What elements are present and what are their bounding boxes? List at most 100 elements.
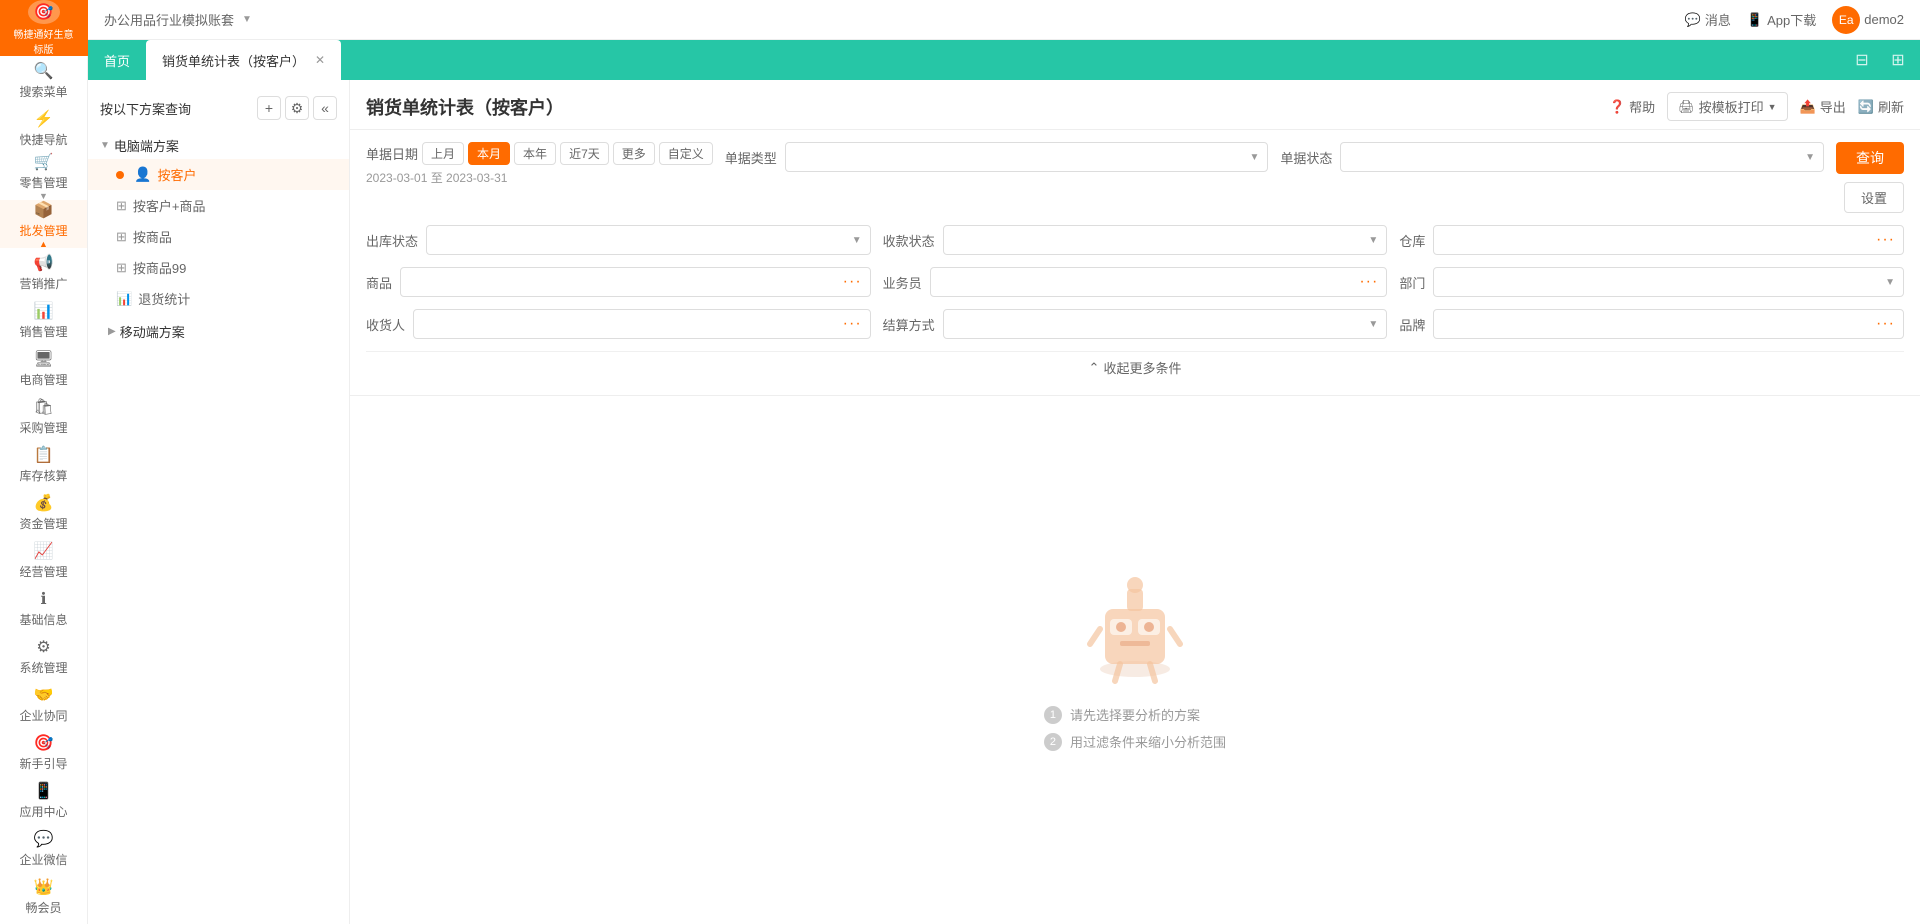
- mobile-group-header[interactable]: ▶ 移动端方案: [88, 318, 349, 345]
- filter-row-1: 单据日期 上月 本月 本年 近7天 更多 自定义 2023-03-01 至 20…: [366, 142, 1904, 213]
- print-icon: 🖨: [1678, 99, 1695, 115]
- sidebar-item-sales[interactable]: 📊 销售管理: [0, 296, 87, 344]
- tab-maximize-btn[interactable]: ⊞: [1884, 46, 1912, 74]
- collapse-panel-btn[interactable]: «: [313, 96, 337, 120]
- add-scheme-btn[interactable]: +: [257, 96, 281, 120]
- main-area: 办公用品行业模拟账套 ▼ 💬 消息 📱 App下载 Ea demo2 首页 销货…: [88, 0, 1920, 924]
- sidebar-item-wholesale[interactable]: 📦 批发管理 ▲: [0, 200, 87, 248]
- scheme-item-goods[interactable]: ⊞ 按商品: [88, 221, 349, 252]
- app-logo: 🎯 畅捷通好生意 标版: [0, 0, 88, 56]
- filter-date-section: 单据日期 上月 本月 本年 近7天 更多 自定义 2023-03-01 至 20…: [366, 142, 713, 186]
- management-icon: 📈: [34, 541, 54, 561]
- sidebar-item-marketing[interactable]: 📢 营销推广: [0, 248, 87, 296]
- dropdown-arrow-icon: ▼: [242, 14, 252, 25]
- date-btn-this-year[interactable]: 本年: [514, 142, 556, 165]
- tab-sales-report[interactable]: 销货单统计表（按客户） ✕: [146, 40, 341, 80]
- right-panel: 销货单统计表（按客户） ❓ 帮助 🖨 按模板打印 ▼ 📤 导出: [350, 80, 1920, 924]
- receipt-status-arrow: ▼: [1368, 235, 1378, 246]
- date-btn-last-month[interactable]: 上月: [422, 142, 464, 165]
- tab-minimize-btn[interactable]: ⊟: [1848, 46, 1876, 74]
- filter-row-3: 商品 ··· 业务员 ··· 部门: [366, 267, 1904, 297]
- brand-select[interactable]: ···: [1433, 309, 1904, 339]
- sidebar-item-retail[interactable]: 🛒 零售管理 ▼: [0, 152, 87, 200]
- empty-robot-svg: [1075, 569, 1195, 689]
- scheme-item-customer[interactable]: 👤 按客户: [88, 159, 349, 190]
- sidebar-item-wechat[interactable]: 💬 企业微信: [0, 824, 87, 872]
- date-btn-more[interactable]: 更多: [613, 142, 655, 165]
- receiver-select[interactable]: ···: [413, 309, 871, 339]
- goods-label: 商品: [366, 273, 392, 292]
- sidebar-item-member[interactable]: 👑 畅会员: [0, 872, 87, 920]
- system-icon: ⚙: [36, 637, 50, 657]
- scheme-customer-icon: 👤: [134, 166, 151, 183]
- settings-button[interactable]: 设置: [1844, 182, 1904, 213]
- sidebar-item-management[interactable]: 📈 经营管理: [0, 536, 87, 584]
- scheme-item-customer-goods[interactable]: ⊞ 按客户+商品: [88, 190, 349, 221]
- receiver-label: 收货人: [366, 315, 405, 334]
- tip-num-1: 1: [1044, 706, 1062, 724]
- out-status-arrow: ▼: [852, 235, 862, 246]
- desktop-group-header[interactable]: ▼ 电脑端方案: [88, 132, 349, 159]
- scheme-item-goods99[interactable]: ⊞ 按商品99: [88, 252, 349, 283]
- sidebar: 🎯 畅捷通好生意 标版 🔍 搜索菜单 ⚡ 快捷导航 🛒 零售管理 ▼ 📦 批发管…: [0, 0, 88, 924]
- tab-close-icon[interactable]: ✕: [315, 53, 325, 67]
- sidebar-item-inventory[interactable]: 📋 库存核算: [0, 440, 87, 488]
- scheme-item-return[interactable]: 📊 退货统计: [88, 283, 349, 314]
- page-header: 销货单统计表（按客户） ❓ 帮助 🖨 按模板打印 ▼ 📤 导出: [350, 80, 1920, 130]
- date-btn-custom[interactable]: 自定义: [659, 142, 713, 165]
- query-button[interactable]: 查询: [1836, 142, 1904, 174]
- filter-type-status: 单据类型 ▼ 单据状态 ▼: [725, 142, 1824, 172]
- print-btn[interactable]: 🖨 按模板打印 ▼: [1667, 92, 1787, 121]
- sidebar-item-search[interactable]: 🔍 搜索菜单: [0, 56, 87, 104]
- scheme-return-icon: 📊: [116, 291, 132, 307]
- empty-illustration: [1075, 569, 1195, 689]
- tab-home[interactable]: 首页: [88, 40, 146, 80]
- warehouse-dots: ···: [1876, 231, 1895, 249]
- empty-tip-2: 2 用过滤条件来缩小分析范围: [1044, 732, 1226, 751]
- help-btn[interactable]: ❓ 帮助: [1609, 97, 1655, 116]
- topbar-right: 💬 消息 📱 App下载 Ea demo2: [1685, 6, 1904, 34]
- retail-icon: 🛒: [34, 152, 54, 172]
- sidebar-item-purchase[interactable]: 🛍 采购管理: [0, 392, 87, 440]
- sidebar-item-finance[interactable]: 💰 资金管理: [0, 488, 87, 536]
- collapse-filter-btn[interactable]: ⌃ 收起更多条件: [366, 351, 1904, 383]
- department-select[interactable]: ▼: [1433, 267, 1904, 297]
- refresh-btn[interactable]: 🔄 刷新: [1858, 97, 1904, 116]
- download-btn[interactable]: 📱 App下载: [1747, 10, 1816, 29]
- finance-icon: 💰: [34, 493, 54, 513]
- sidebar-item-system[interactable]: ⚙ 系统管理: [0, 632, 87, 680]
- salesperson-dots: ···: [1359, 273, 1378, 291]
- guide-icon: 🎯: [34, 733, 54, 753]
- receipt-status-select[interactable]: ▼: [943, 225, 1388, 255]
- salesperson-select[interactable]: ···: [930, 267, 1388, 297]
- scheme-query-title: 按以下方案查询: [100, 99, 191, 118]
- sidebar-item-guide[interactable]: 🎯 新手引导: [0, 728, 87, 776]
- sidebar-item-basics[interactable]: ℹ 基础信息: [0, 584, 87, 632]
- message-btn[interactable]: 💬 消息: [1685, 10, 1731, 29]
- tabbar: 首页 销货单统计表（按客户） ✕ ⊟ ⊞: [88, 40, 1920, 80]
- sidebar-item-apps[interactable]: 📱 应用中心: [0, 776, 87, 824]
- receipt-status-label: 收款状态: [883, 231, 935, 250]
- out-status-select[interactable]: ▼: [426, 225, 871, 255]
- date-btn-this-month[interactable]: 本月: [468, 142, 510, 165]
- status-select[interactable]: ▼: [1340, 142, 1824, 172]
- user-menu[interactable]: Ea demo2: [1832, 6, 1904, 34]
- active-indicator: [116, 171, 124, 179]
- sidebar-item-ecommerce[interactable]: 🖥 电商管理: [0, 344, 87, 392]
- export-btn[interactable]: 📤 导出: [1800, 97, 1846, 116]
- desktop-group-label: 电脑端方案: [114, 136, 179, 155]
- message-icon: 💬: [1685, 12, 1701, 28]
- goods-select[interactable]: ···: [400, 267, 871, 297]
- sidebar-item-nav[interactable]: ⚡ 快捷导航: [0, 104, 87, 152]
- type-select[interactable]: ▼: [785, 142, 1269, 172]
- inventory-icon: 📋: [34, 445, 54, 465]
- warehouse-select[interactable]: ···: [1433, 225, 1904, 255]
- sidebar-item-collab[interactable]: 🤝 企业协同: [0, 680, 87, 728]
- export-icon: 📤: [1800, 99, 1816, 115]
- payment-select[interactable]: ▼: [943, 309, 1388, 339]
- ecommerce-icon: 🖥: [33, 349, 53, 369]
- page-header-actions: ❓ 帮助 🖨 按模板打印 ▼ 📤 导出 🔄 刷新: [1609, 92, 1904, 121]
- settings-scheme-btn[interactable]: ⚙: [285, 96, 309, 120]
- basics-icon: ℹ: [40, 589, 46, 609]
- date-btn-7days[interactable]: 近7天: [560, 142, 609, 165]
